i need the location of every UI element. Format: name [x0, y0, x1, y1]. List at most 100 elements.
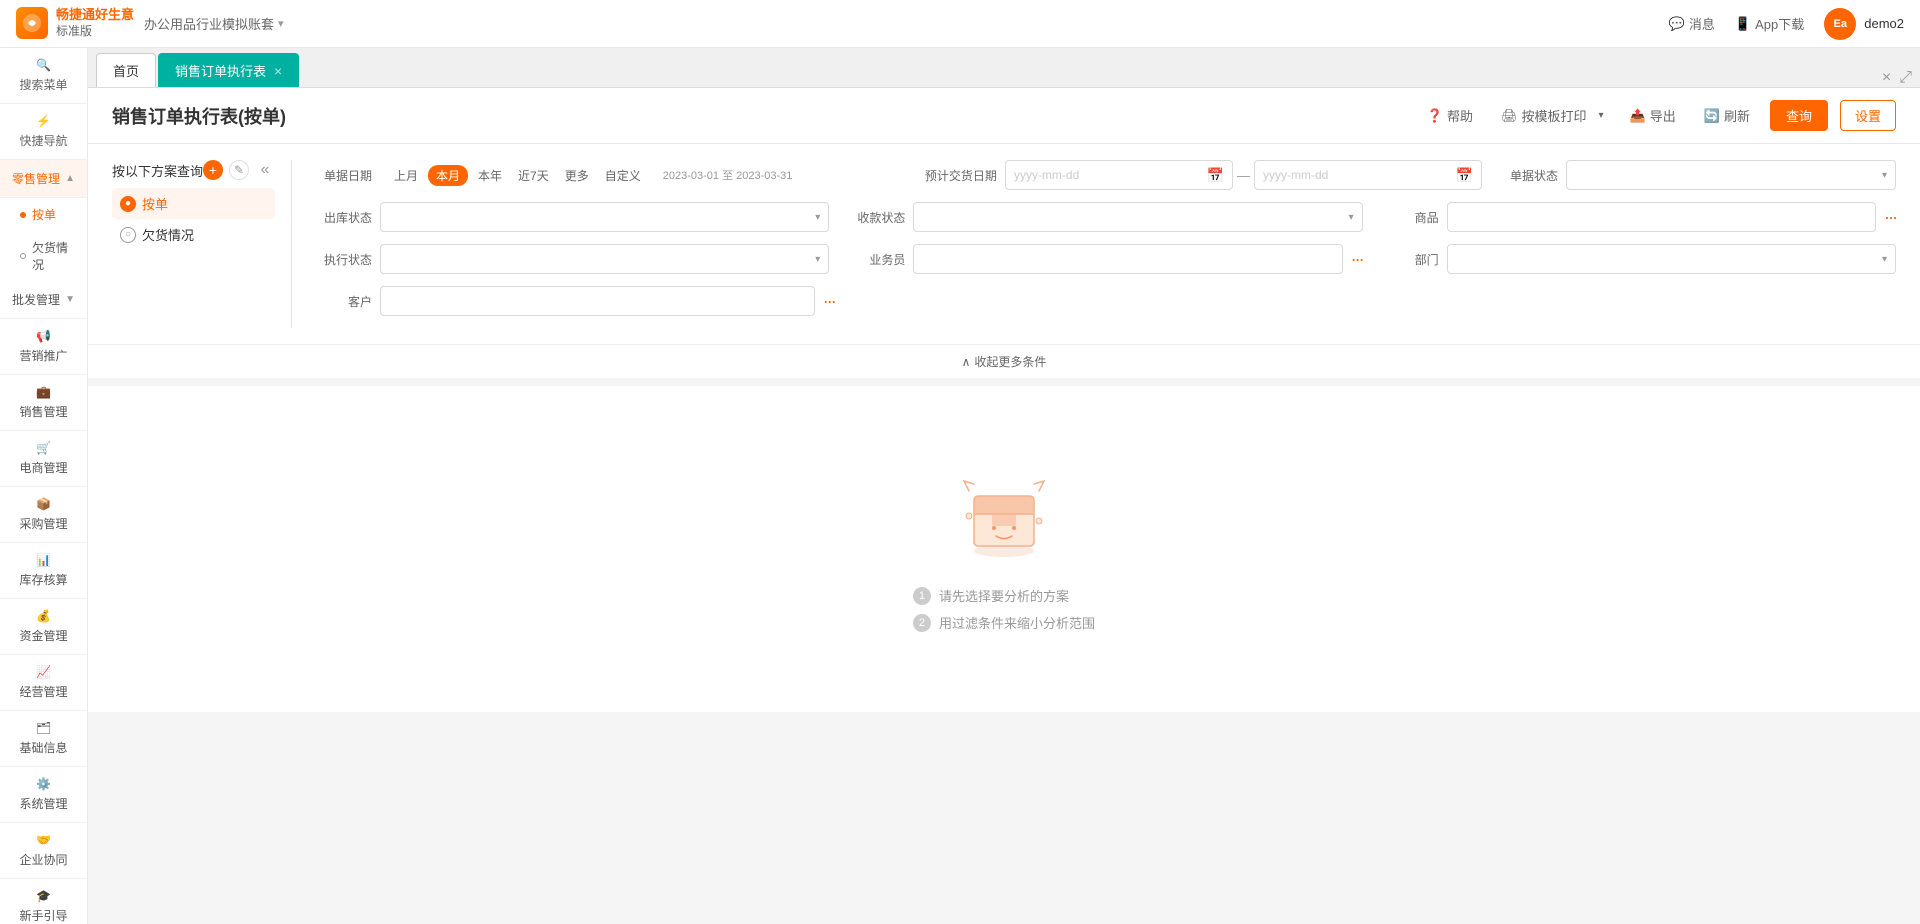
sidebar-item-operation[interactable]: 📈 经营管理 — [0, 655, 87, 711]
dept-select[interactable]: ▾ — [1447, 244, 1896, 274]
tab-close-button[interactable]: × — [274, 63, 282, 79]
message-button[interactable]: 💬 消息 — [1669, 14, 1715, 33]
status-select[interactable]: ▾ — [1566, 160, 1896, 190]
scheme-item-arrears[interactable]: ○ 欠货情况 — [112, 219, 275, 250]
tab-active[interactable]: 销售订单执行表 × — [158, 53, 299, 87]
user-name: demo2 — [1864, 16, 1904, 31]
enterprise-icon: 🤝 — [36, 833, 51, 847]
sidebar-item-enterprise[interactable]: 🤝 企业协同 — [0, 823, 87, 879]
collect-select[interactable]: ▾ — [913, 202, 1362, 232]
expected-date-to[interactable]: yyyy-mm-dd 📅 — [1254, 160, 1482, 190]
user-area[interactable]: Ea demo2 — [1824, 8, 1904, 40]
help-icon: ❓ — [1427, 108, 1443, 124]
date-separator: — — [1237, 168, 1250, 183]
date-shortcut-7days[interactable]: 近7天 — [512, 165, 555, 186]
settings-button[interactable]: 设置 — [1840, 100, 1896, 131]
sidebar-item-search[interactable]: 🔍 搜索菜单 — [0, 48, 87, 104]
filter-field-execstatus: 执行状态 ▾ — [312, 244, 829, 274]
salesman-input[interactable] — [913, 244, 1342, 274]
scheme-title: 按以下方案查询 — [112, 161, 203, 180]
collect-label: 收款状态 — [845, 209, 905, 226]
collapse-bar[interactable]: ∧ 收起更多条件 — [88, 344, 1920, 378]
content-area: 首页 销售订单执行表 × × ⤢ 销售订单执行表(按单) ❓ 帮助 — [88, 48, 1920, 924]
expected-date-label: 预计交货日期 — [925, 167, 997, 184]
calendar-to-icon: 📅 — [1456, 167, 1473, 184]
sidebar-item-marketing[interactable]: 📢 营销推广 — [0, 319, 87, 375]
date-shortcut-thisyear[interactable]: 本年 — [472, 165, 508, 186]
export-button[interactable]: 📤 导出 — [1622, 102, 1684, 129]
goods-input[interactable] — [1447, 202, 1876, 232]
filter-row-1: 单据日期 上月 本月 本年 近7天 更多 自定义 2023-03-01 至 20… — [312, 160, 1896, 190]
date-shortcut-custom[interactable]: 自定义 — [599, 165, 647, 186]
status-label: 单据状态 — [1498, 167, 1558, 184]
help-button[interactable]: ❓ 帮助 — [1419, 102, 1481, 129]
filter-row-2: 出库状态 ▾ 收款状态 ▾ — [312, 202, 1896, 232]
operation-icon: 📈 — [36, 665, 51, 679]
page-content: 销售订单执行表(按单) ❓ 帮助 🖨 按模板打印 ▾ 📤 — [88, 88, 1920, 924]
sidebar-item-sales[interactable]: 💼 销售管理 — [0, 375, 87, 431]
sidebar-item-purchase[interactable]: 📦 采购管理 — [0, 487, 87, 543]
date-shortcut-more[interactable]: 更多 — [559, 165, 595, 186]
sidebar-subitem-arrears[interactable]: 欠货情况 — [0, 231, 87, 281]
filter-field-date: 单据日期 上月 本月 本年 近7天 更多 自定义 2023-03-01 至 20… — [312, 165, 909, 186]
page-title-bar: 销售订单执行表(按单) ❓ 帮助 🖨 按模板打印 ▾ 📤 — [88, 88, 1920, 144]
window-maximize-button[interactable]: ⤢ — [1899, 69, 1912, 87]
app-download-button[interactable]: 📱 App下载 — [1735, 14, 1804, 33]
sidebar-item-finance[interactable]: 💰 资金管理 — [0, 599, 87, 655]
goods-more[interactable]: ··· — [1884, 207, 1896, 228]
filter-field-collect: 收款状态 ▾ — [845, 202, 1362, 232]
date-shortcut-thismonth[interactable]: 本月 — [428, 165, 468, 186]
sidebar-item-ecommerce[interactable]: 🛒 电商管理 — [0, 431, 87, 487]
filter-container: 按以下方案查询 + ✎ « ● 按单 ○ — [88, 144, 1920, 378]
refresh-button[interactable]: 🔄 刷新 — [1696, 102, 1758, 129]
scheme-header-actions: + ✎ « — [203, 160, 275, 180]
out-status-select[interactable]: ▾ — [380, 202, 829, 232]
exec-status-select[interactable]: ▾ — [380, 244, 829, 274]
top-header: 畅捷通好生意 标准版 办公用品行业模拟账套 ▾ 💬 消息 📱 App下载 Ea … — [0, 0, 1920, 48]
tip-num-2: 2 — [913, 614, 931, 632]
filter-field-dept: 部门 ▾ — [1379, 244, 1896, 274]
page-actions: ❓ 帮助 🖨 按模板打印 ▾ 📤 导出 — [1419, 100, 1896, 131]
empty-state-icon — [954, 466, 1054, 566]
sidebar-item-newbie[interactable]: 🎓 新手引导 — [0, 879, 87, 924]
print-button[interactable]: 🖨 按模板打印 — [1493, 102, 1593, 129]
date-range-hint: 2023-03-01 至 2023-03-31 — [663, 167, 793, 183]
home-tab-label: 首页 — [113, 61, 139, 80]
search-button[interactable]: 查询 — [1770, 100, 1828, 131]
scheme-collapse-button[interactable]: « — [255, 160, 275, 180]
sidebar-item-quicknav[interactable]: ⚡ 快捷导航 — [0, 104, 87, 160]
sidebar-item-basic[interactable]: 🗂 基础信息 — [0, 711, 87, 767]
scheme-item-byorder[interactable]: ● 按单 — [112, 188, 275, 219]
collapse-bar-content: ∧ 收起更多条件 — [96, 353, 1912, 370]
window-close-button[interactable]: × — [1882, 69, 1891, 87]
scheme-edit-button[interactable]: ✎ — [229, 160, 249, 180]
app-title[interactable]: 办公用品行业模拟账套 ▾ — [144, 14, 284, 33]
sidebar-subitem-orders[interactable]: 按单 — [0, 198, 87, 231]
dept-arrow: ▾ — [1882, 254, 1887, 265]
wholesale-arrow: ▼ — [65, 294, 75, 305]
scheme-header: 按以下方案查询 + ✎ « — [112, 160, 275, 180]
sidebar: 🔍 搜索菜单 ⚡ 快捷导航 零售管理 ▲ 按单 欠货情况 批发管理 ▼ 📢 营销… — [0, 48, 88, 924]
customer-input[interactable] — [380, 286, 815, 316]
active-tab-label: 销售订单执行表 — [175, 61, 266, 80]
dept-label: 部门 — [1379, 251, 1439, 268]
scheme-add-button[interactable]: + — [203, 160, 223, 180]
sidebar-item-wholesale[interactable]: 批发管理 ▼ — [0, 281, 87, 319]
empty-tips: 1 请先选择要分析的方案 2 用过滤条件来缩小分析范围 — [913, 586, 1095, 632]
tab-home[interactable]: 首页 — [96, 53, 156, 87]
customer-more[interactable]: ··· — [823, 291, 835, 312]
expected-date-from[interactable]: yyyy-mm-dd 📅 — [1005, 160, 1233, 190]
salesman-more[interactable]: ··· — [1351, 249, 1363, 270]
date-shortcut-lastmonth[interactable]: 上月 — [388, 165, 424, 186]
salesman-label: 业务员 — [845, 251, 905, 268]
sidebar-item-stock[interactable]: 📊 库存核算 — [0, 543, 87, 599]
empty-tip-2: 2 用过滤条件来缩小分析范围 — [913, 613, 1095, 632]
tab-bar: 首页 销售订单执行表 × × ⤢ — [88, 48, 1920, 88]
sidebar-item-retail[interactable]: 零售管理 ▲ — [0, 160, 87, 198]
scheme-order-dot: ● — [120, 196, 136, 212]
arrears-dot — [20, 253, 26, 259]
print-dropdown-arrow[interactable]: ▾ — [1593, 106, 1610, 125]
logo-area: 畅捷通好生意 标准版 — [16, 7, 134, 39]
sidebar-item-system[interactable]: ⚙️ 系统管理 — [0, 767, 87, 823]
quicknav-icon: ⚡ — [36, 114, 51, 128]
